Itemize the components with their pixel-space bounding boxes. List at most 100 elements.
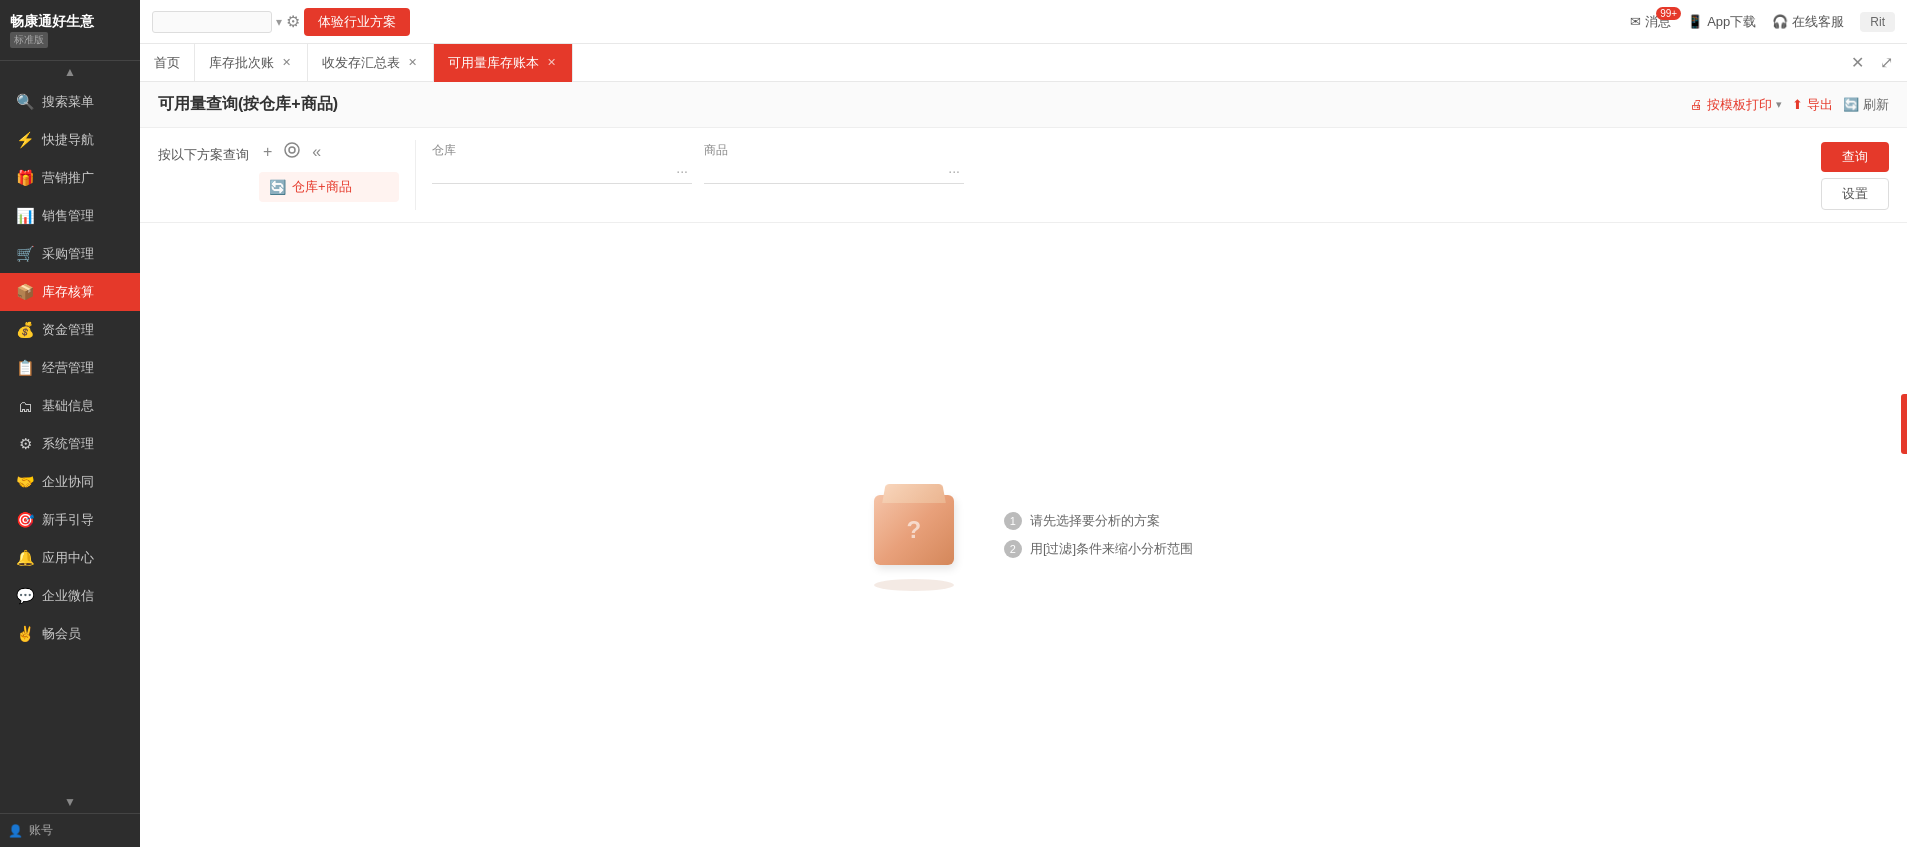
right-scroll-hint[interactable]	[1901, 394, 1907, 454]
sidebar-label-purchase: 采购管理	[42, 245, 94, 263]
sidebar-label-search: 搜索菜单	[42, 93, 94, 111]
filter-goods-input-row: ···	[704, 163, 964, 184]
query-section: 按以下方案查询 + « 🔄 仓库+商品	[140, 128, 1907, 223]
sidebar-item-system[interactable]: ⚙ 系统管理	[0, 425, 140, 463]
sidebar-label-appstore: 应用中心	[42, 549, 94, 567]
sidebar-label-operation: 经营管理	[42, 359, 94, 377]
filter-warehouse-input[interactable]	[432, 164, 668, 179]
scheme-collapse-button[interactable]: «	[308, 141, 325, 163]
tab-batch-ledger[interactable]: 库存批次账 ✕	[195, 44, 308, 82]
notice-icon: ✉	[1630, 14, 1641, 29]
tab-available-ledger[interactable]: 可用量库存账本 ✕	[434, 44, 573, 82]
sidebar-item-shortcut[interactable]: ⚡ 快捷导航	[0, 121, 140, 159]
filter-goods-dots[interactable]: ···	[944, 163, 964, 179]
empty-illustration	[854, 475, 974, 595]
page-header: 可用量查询(按仓库+商品) 🖨 按模板打印 ▾ ⬆ 导出 🔄 刷新	[140, 82, 1907, 128]
sidebar-item-purchase[interactable]: 🛒 采购管理	[0, 235, 140, 273]
query-settings-button[interactable]: 设置	[1821, 178, 1889, 210]
refresh-label: 刷新	[1863, 96, 1889, 114]
topbar-chevron-icon: ▾	[276, 15, 282, 29]
purchase-icon: 🛒	[16, 245, 34, 263]
finance-icon: 💰	[16, 321, 34, 339]
sidebar-nav: 🔍 搜索菜单 ⚡ 快捷导航 🎁 营销推广 📊 销售管理 🛒 采购管理 📦 库存核…	[0, 83, 140, 791]
newbie-icon: 🎯	[16, 511, 34, 529]
sidebar-label-system: 系统管理	[42, 435, 94, 453]
page-actions: 🖨 按模板打印 ▾ ⬆ 导出 🔄 刷新	[1690, 96, 1889, 114]
sidebar-label-basic: 基础信息	[42, 397, 94, 415]
print-label: 按模板打印	[1707, 96, 1772, 114]
sidebar-item-operation[interactable]: 📋 经营管理	[0, 349, 140, 387]
tab-available-ledger-label: 可用量库存账本	[448, 54, 539, 72]
service-icon: 🎧	[1772, 14, 1788, 29]
sidebar-item-appstore[interactable]: 🔔 应用中心	[0, 539, 140, 577]
print-chevron-icon: ▾	[1776, 98, 1782, 111]
tab-recv-summary-close[interactable]: ✕	[406, 55, 419, 70]
empty-tip-1: 1 请先选择要分析的方案	[1004, 512, 1193, 530]
tab-available-ledger-close[interactable]: ✕	[545, 55, 558, 70]
tab-recv-summary-label: 收发存汇总表	[322, 54, 400, 72]
tab-recv-summary[interactable]: 收发存汇总表 ✕	[308, 44, 434, 82]
tab-home[interactable]: 首页	[140, 44, 195, 82]
query-buttons: 查询 设置	[1821, 140, 1889, 210]
filter-warehouse-dots[interactable]: ···	[672, 163, 692, 179]
sidebar-scroll-up[interactable]: ▲	[0, 61, 140, 83]
sidebar-item-basic[interactable]: 🗂 基础信息	[0, 387, 140, 425]
sidebar-scroll-down[interactable]: ▼	[0, 791, 140, 813]
scheme-add-button[interactable]: +	[259, 141, 276, 163]
industry-solution-button[interactable]: 体验行业方案	[304, 8, 410, 36]
notice-badge: 99+	[1656, 7, 1681, 20]
tab-close-all-button[interactable]: ✕	[1845, 49, 1870, 76]
sidebar-item-inventory[interactable]: 📦 库存核算	[0, 273, 140, 311]
filter-fields: 仓库 ··· 商品 ···	[432, 140, 1805, 184]
sidebar-header: 畅康通好生意 标准版	[0, 0, 140, 61]
tip-number-2: 2	[1004, 540, 1022, 558]
sidebar-item-marketing[interactable]: 🎁 营销推广	[0, 159, 140, 197]
tab-batch-ledger-close[interactable]: ✕	[280, 55, 293, 70]
notice-button[interactable]: ✉ 消息 99+	[1630, 13, 1671, 31]
tab-batch-ledger-label: 库存批次账	[209, 54, 274, 72]
sidebar-item-finance[interactable]: 💰 资金管理	[0, 311, 140, 349]
cooperation-icon: 🤝	[16, 473, 34, 491]
topbar: ▾ ⚙ 体验行业方案 ✉ 消息 99+ 📱 App下载 🎧 在线客服 Rit	[140, 0, 1907, 44]
export-label: 导出	[1807, 96, 1833, 114]
service-label: 在线客服	[1792, 13, 1844, 31]
sidebar-item-search[interactable]: 🔍 搜索菜单	[0, 83, 140, 121]
brand-version: 标准版	[10, 32, 48, 48]
print-icon: 🖨	[1690, 97, 1703, 112]
page-content: 可用量查询(按仓库+商品) 🖨 按模板打印 ▾ ⬆ 导出 🔄 刷新 按以下方	[140, 82, 1907, 847]
topbar-gear-icon[interactable]: ⚙	[286, 12, 300, 31]
sidebar-item-newbie[interactable]: 🎯 新手引导	[0, 501, 140, 539]
filter-goods-input[interactable]	[704, 164, 940, 179]
sidebar-item-member[interactable]: ✌ 畅会员	[0, 615, 140, 653]
topbar-right: ✉ 消息 99+ 📱 App下载 🎧 在线客服 Rit	[1630, 12, 1895, 32]
app-download-button[interactable]: 📱 App下载	[1687, 13, 1756, 31]
sidebar-footer[interactable]: 👤 账号	[0, 813, 140, 847]
user-menu-button[interactable]: Rit	[1860, 12, 1895, 32]
scheme-item-icon: 🔄	[269, 179, 286, 195]
export-button[interactable]: ⬆ 导出	[1792, 96, 1833, 114]
refresh-button[interactable]: 🔄 刷新	[1843, 96, 1889, 114]
export-icon: ⬆	[1792, 97, 1803, 112]
operation-icon: 📋	[16, 359, 34, 377]
scheme-item-warehouse-goods[interactable]: 🔄 仓库+商品	[259, 172, 399, 202]
member-icon: ✌	[16, 625, 34, 643]
scheme-item-label: 仓库+商品	[292, 178, 352, 196]
system-icon: ⚙	[16, 435, 34, 453]
query-button[interactable]: 查询	[1821, 142, 1889, 172]
refresh-icon: 🔄	[1843, 97, 1859, 112]
wechat-icon: 💬	[16, 587, 34, 605]
online-service-button[interactable]: 🎧 在线客服	[1772, 13, 1844, 31]
topbar-search-input[interactable]	[152, 11, 272, 33]
sidebar-label-sales: 销售管理	[42, 207, 94, 225]
scheme-settings-button[interactable]	[280, 140, 304, 164]
tab-expand-button[interactable]: ⤢	[1874, 49, 1899, 76]
sidebar-label-finance: 资金管理	[42, 321, 94, 339]
sidebar-item-cooperation[interactable]: 🤝 企业协同	[0, 463, 140, 501]
app-icon: 📱	[1687, 14, 1703, 29]
filter-warehouse-input-row: ···	[432, 163, 692, 184]
print-template-button[interactable]: 🖨 按模板打印 ▾	[1690, 96, 1782, 114]
sidebar-item-sales[interactable]: 📊 销售管理	[0, 197, 140, 235]
sidebar-item-wechat[interactable]: 💬 企业微信	[0, 577, 140, 615]
sidebar-label-shortcut: 快捷导航	[42, 131, 94, 149]
svg-point-0	[285, 143, 299, 157]
